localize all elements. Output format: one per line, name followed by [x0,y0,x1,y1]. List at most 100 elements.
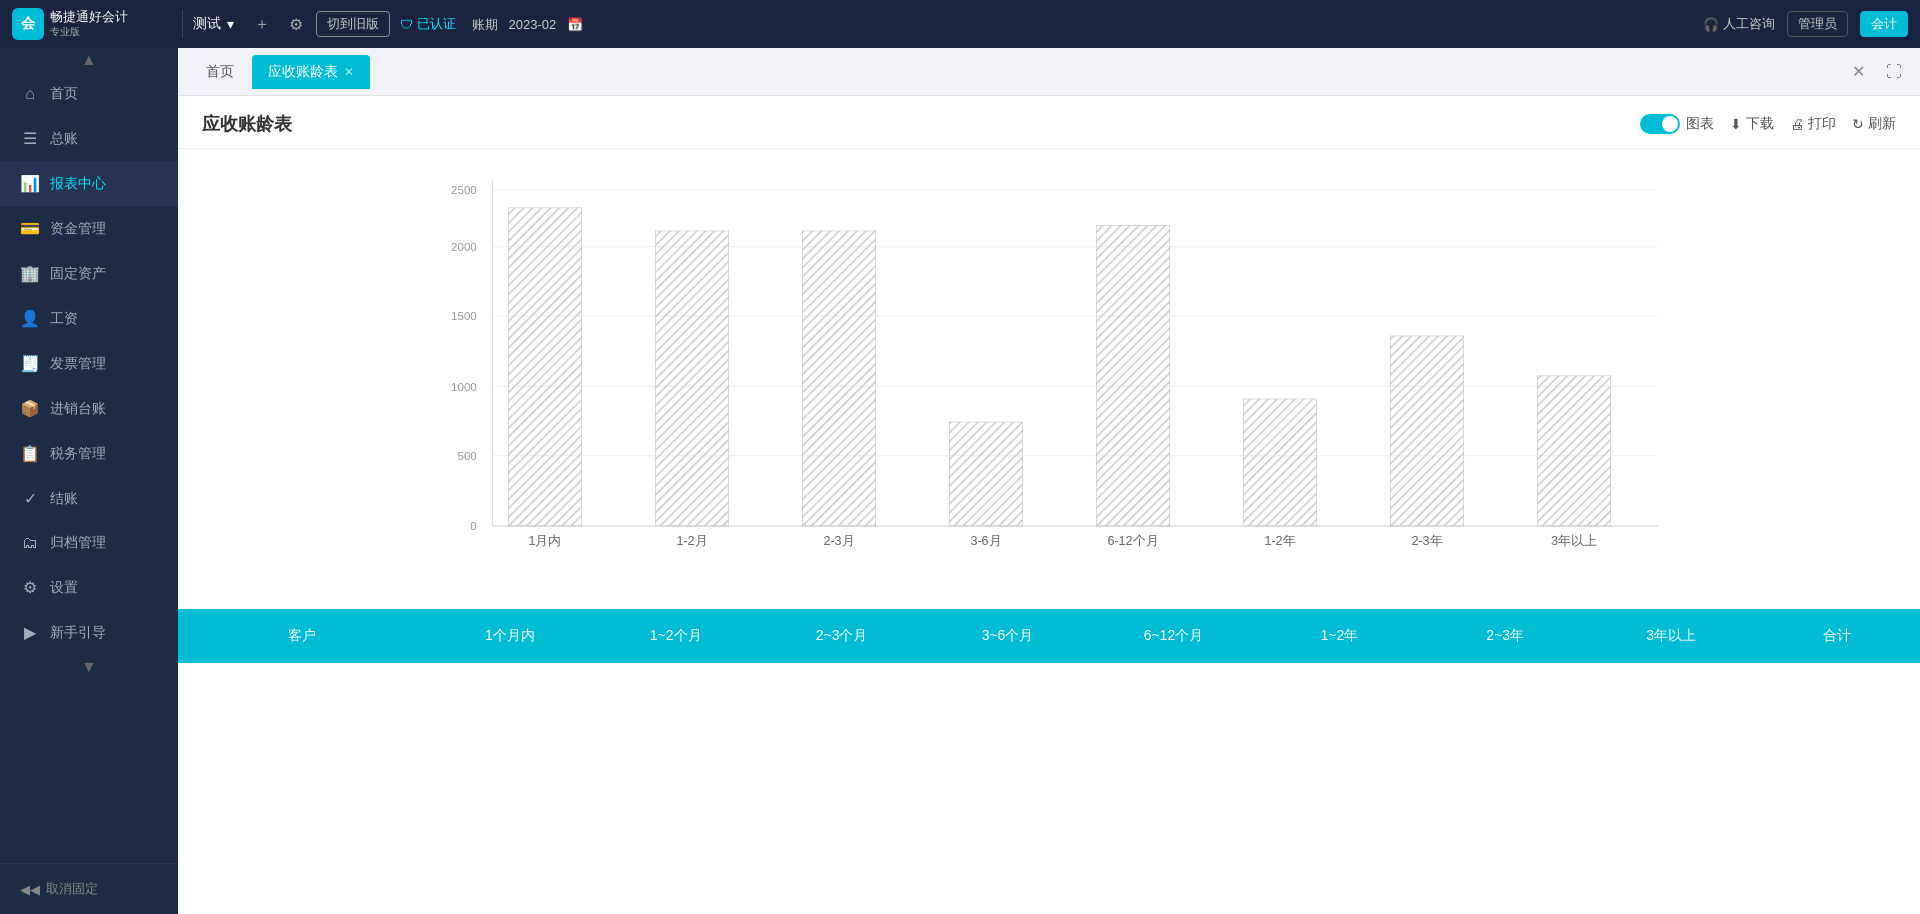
ledger-icon: ☰ [20,129,40,148]
sales-icon: 📦 [20,399,40,418]
sidebar-item-closing[interactable]: ✓ 结账 [0,476,178,521]
svg-text:3-6月: 3-6月 [970,534,1001,548]
tab-close-icon[interactable]: ✕ [344,65,354,79]
svg-text:2500: 2500 [451,184,477,196]
page-title: 应收账龄表 [202,112,292,136]
certified-label: 已认证 [417,15,456,33]
th-customer: 客户 [178,609,427,663]
sidebar-label-home: 首页 [50,85,78,103]
th-6to12months: 6~12个月 [1090,609,1256,663]
add-button[interactable]: ＋ [248,10,276,38]
th-3plus-years: 3年以上 [1588,609,1754,663]
main-layout: ▲ ⌂ 首页 ☰ 总账 📊 报表中心 💳 资金管理 🏢 固定资产 [0,48,1920,914]
expand-button[interactable]: ⛶ [1880,58,1908,86]
page-inner: 应收账龄表 图表 ⬇ 下载 🖨 打印 [178,96,1920,914]
svg-text:3年以上: 3年以上 [1551,534,1597,548]
sidebar-item-reports[interactable]: 📊 报表中心 [0,161,178,206]
chart-container: 500 1000 1500 2000 2500 [202,169,1896,589]
tab-home-label: 首页 [206,63,234,81]
home-icon: ⌂ [20,85,40,103]
chevron-down-icon: ▾ [227,16,234,32]
workspace-name: 测试 [193,15,221,33]
bar-2 [655,231,729,526]
sidebar-item-ledger[interactable]: ☰ 总账 [0,116,178,161]
sidebar: ▲ ⌂ 首页 ☰ 总账 📊 报表中心 💳 资金管理 🏢 固定资产 [0,48,178,914]
sidebar-item-tax[interactable]: 📋 税务管理 [0,431,178,476]
svg-text:2-3年: 2-3年 [1411,534,1442,548]
archive-icon: 🗂 [20,534,40,552]
sidebar-scroll-up[interactable]: ▲ [0,48,178,72]
sidebar-item-settings[interactable]: ⚙ 设置 [0,565,178,610]
th-1month: 1个月内 [427,609,593,663]
sidebar-label-ledger: 总账 [50,130,78,148]
svg-text:1000: 1000 [451,381,477,393]
consult-button[interactable]: 🎧 人工咨询 [1703,15,1775,33]
sidebar-item-salary[interactable]: 👤 工资 [0,296,178,341]
sidebar-item-finance[interactable]: 💳 资金管理 [0,206,178,251]
pin-button[interactable]: ◀◀ 取消固定 [0,872,178,906]
tab-home[interactable]: 首页 [190,55,250,89]
content-area: 首页 应收账龄表 ✕ ✕ ⛶ 应收账龄表 图表 [178,48,1920,914]
bar-8 [1537,376,1611,526]
sidebar-scroll-down[interactable]: ▼ [0,655,178,679]
sidebar-label-finance: 资金管理 [50,220,106,238]
tab-ar-aging[interactable]: 应收账龄表 ✕ [252,55,370,89]
settings-sidebar-icon: ⚙ [20,578,40,597]
tab-bar-actions: ✕ ⛶ [1844,58,1908,86]
svg-text:1月内: 1月内 [528,534,561,548]
workspace-selector[interactable]: 测试 ▾ [193,15,234,33]
table-header-row: 客户 1个月内 1~2个月 2~3个月 3~6个月 6~12个月 1~2年 2~… [178,609,1920,663]
download-button[interactable]: ⬇ 下载 [1730,115,1774,133]
period-info: 账期 2023-02 📅 [466,15,583,34]
period-value: 2023-02 [508,17,556,32]
sidebar-item-guide[interactable]: ▶ 新手引导 [0,610,178,655]
topbar: 会 畅捷通好会计 专业版 测试 ▾ ＋ ⚙ 切到旧版 🛡 已认证 账期 2023… [0,0,1920,48]
sidebar-item-home[interactable]: ⌂ 首页 [0,72,178,116]
sidebar-item-archive[interactable]: 🗂 归档管理 [0,521,178,565]
sidebar-item-assets[interactable]: 🏢 固定资产 [0,251,178,296]
th-1to2years: 1~2年 [1256,609,1422,663]
sidebar-label-invoice: 发票管理 [50,355,106,373]
download-icon: ⬇ [1730,116,1742,132]
svg-text:2000: 2000 [451,241,477,253]
sidebar-item-sales[interactable]: 📦 进销台账 [0,386,178,431]
page-header: 应收账龄表 图表 ⬇ 下载 🖨 打印 [178,96,1920,149]
logo-text: 畅捷通好会计 [50,9,128,25]
assets-icon: 🏢 [20,264,40,283]
closing-icon: ✓ [20,489,40,508]
sidebar-label-assets: 固定资产 [50,265,106,283]
reports-icon: 📊 [20,174,40,193]
table-section: 客户 1个月内 1~2个月 2~3个月 3~6个月 6~12个月 1~2年 2~… [178,609,1920,663]
chart-toggle[interactable] [1640,114,1680,134]
print-button[interactable]: 🖨 打印 [1790,115,1836,133]
switch-old-button[interactable]: 切到旧版 [316,11,390,37]
bar-4 [949,422,1023,526]
bar-7 [1390,336,1464,526]
bar-5 [1096,226,1170,526]
sidebar-label-settings: 设置 [50,579,78,597]
calendar-icon[interactable]: 📅 [567,17,583,32]
period-label: 账期 [472,17,498,32]
certified-badge: 🛡 已认证 [400,15,456,33]
svg-text:6-12个月: 6-12个月 [1107,534,1158,548]
sidebar-item-invoice[interactable]: 🧾 发票管理 [0,341,178,386]
th-2to3months: 2~3个月 [759,609,925,663]
bar-1 [508,208,582,526]
topbar-actions: ＋ ⚙ 切到旧版 [248,10,390,38]
svg-text:1-2年: 1-2年 [1264,534,1295,548]
sidebar-label-closing: 结账 [50,490,78,508]
role-button[interactable]: 会计 [1860,11,1908,37]
manager-button[interactable]: 管理员 [1787,11,1848,37]
sidebar-scroll: ▲ ⌂ 首页 ☰ 总账 📊 报表中心 💳 资金管理 🏢 固定资产 [0,48,178,863]
th-3to6months: 3~6个月 [925,609,1091,663]
page-content: 应收账龄表 图表 ⬇ 下载 🖨 打印 [178,96,1920,914]
pin-label: 取消固定 [46,880,98,898]
refresh-button[interactable]: ↻ 刷新 [1852,115,1896,133]
settings-icon[interactable]: ⚙ [282,10,310,38]
refresh-label: 刷新 [1868,115,1896,133]
tax-icon: 📋 [20,444,40,463]
svg-text:2-3月: 2-3月 [823,534,854,548]
sidebar-bottom: ◀◀ 取消固定 [0,863,178,914]
close-tab-button[interactable]: ✕ [1844,58,1872,86]
bar-6 [1243,399,1317,526]
